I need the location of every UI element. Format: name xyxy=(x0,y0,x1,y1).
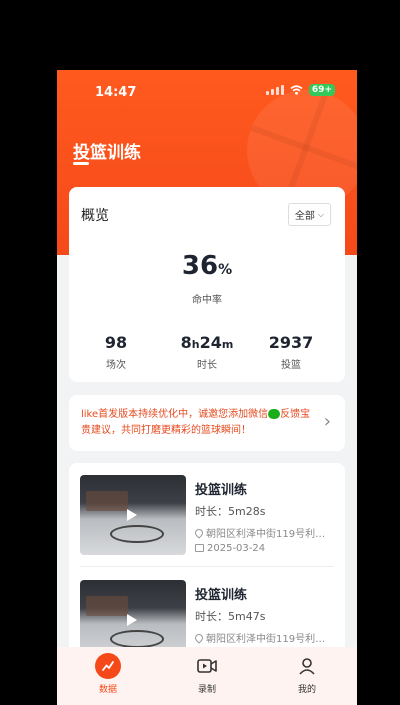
video-camera-icon xyxy=(194,653,220,679)
battery-indicator: 69+ xyxy=(308,84,335,96)
bottom-tab-bar: 数据 录制 我的 xyxy=(57,647,357,705)
tab-label: 我的 xyxy=(297,685,316,695)
calendar-icon xyxy=(195,544,204,552)
status-bar: 14:47 69+ xyxy=(57,70,357,114)
filter-value: 全部 xyxy=(294,211,315,222)
overview-title: 概览 xyxy=(81,208,109,224)
chevron-right-icon: › xyxy=(323,411,331,432)
stat-value: 8h24m xyxy=(180,333,234,352)
wifi-icon xyxy=(290,85,303,95)
stat-duration: 8h24m 时长 xyxy=(167,333,247,371)
session-duration: 时长：5m47s xyxy=(195,610,266,623)
session-title: 投篮训练 xyxy=(195,483,248,498)
stat-value: 98 xyxy=(104,333,128,352)
tab-record[interactable]: 录制 xyxy=(177,653,237,695)
wechat-icon xyxy=(268,409,281,419)
page-title: 投篮训练 xyxy=(73,143,141,163)
session-duration: 时长：5m28s xyxy=(195,505,266,518)
hit-rate-value: 36 xyxy=(181,251,219,281)
tab-label: 数据 xyxy=(98,685,117,695)
hit-rate-label: 命中率 xyxy=(192,295,222,306)
list-item[interactable]: 投篮训练 时长：5m28s 朝阳区利泽中街119号利泽西园 2025-03-24 xyxy=(80,475,336,555)
user-icon xyxy=(294,653,320,679)
notice-text: like首发版本持续优化中，诚邀您添加微信 反馈宝贵建议，共同打磨更精彩的篮球瞬间… xyxy=(81,409,311,436)
chevron-down-icon: ⌵ xyxy=(317,209,324,219)
tab-label: 录制 xyxy=(197,685,216,695)
play-icon xyxy=(127,614,137,626)
hit-rate-unit: % xyxy=(218,262,233,278)
session-location: 朝阳区利泽中街119号利泽西园 xyxy=(195,525,335,540)
stat-label: 场次 xyxy=(106,360,126,371)
overview-card: 概览 全部 ⌵ 36% 命中率 98 场次 8h24m 时长 2937 投篮 xyxy=(69,187,345,382)
video-thumbnail[interactable] xyxy=(80,475,186,555)
stat-shots: 2937 投篮 xyxy=(251,333,331,371)
stat-label: 时长 xyxy=(197,360,217,371)
app-screen: 14:47 69+ 投篮训练 概览 全部 ⌵ 36% 命中率 98 场次 8h2… xyxy=(57,70,357,705)
play-icon xyxy=(127,509,137,521)
session-location: 朝阳区利泽中街119号利泽西园 xyxy=(195,630,335,645)
signal-icon xyxy=(265,85,284,95)
location-pin-icon xyxy=(195,527,205,539)
divider xyxy=(80,566,334,567)
location-pin-icon xyxy=(195,632,205,644)
tab-data[interactable]: 数据 xyxy=(78,653,138,695)
stat-sessions: 98 场次 xyxy=(76,333,156,371)
status-time: 14:47 xyxy=(95,85,137,100)
chart-icon xyxy=(95,653,121,679)
hit-rate: 36% xyxy=(69,251,345,281)
session-date: 2025-03-24 xyxy=(195,543,265,554)
title-underline xyxy=(73,162,89,165)
stat-label: 投篮 xyxy=(281,360,301,371)
status-icons: 69+ xyxy=(265,84,335,96)
feedback-notice[interactable]: like首发版本持续优化中，诚邀您添加微信 反馈宝贵建议，共同打磨更精彩的篮球瞬间… xyxy=(69,395,345,451)
session-title: 投篮训练 xyxy=(195,588,248,603)
tab-profile[interactable]: 我的 xyxy=(277,653,337,695)
filter-dropdown[interactable]: 全部 ⌵ xyxy=(287,203,331,226)
stat-value: 2937 xyxy=(268,333,314,352)
